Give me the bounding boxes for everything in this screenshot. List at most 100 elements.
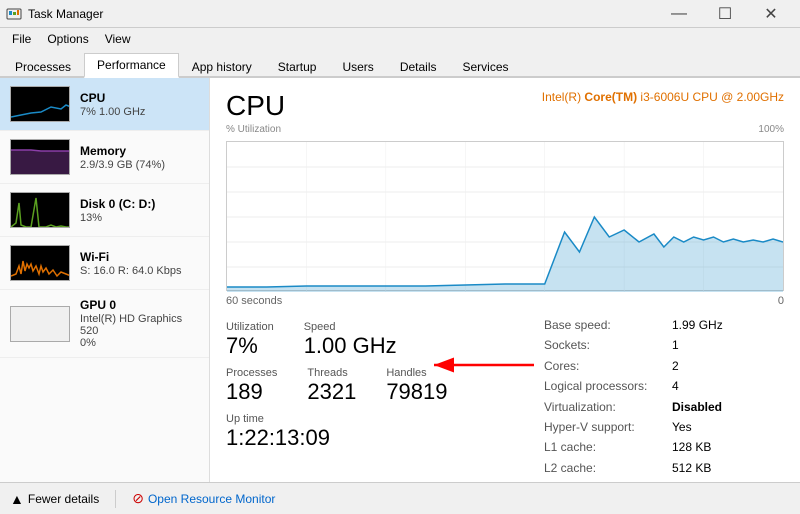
close-button[interactable]: ✕ <box>748 0 794 28</box>
title-bar-controls: — ☐ ✕ <box>656 0 794 28</box>
y-axis-label: % Utilization <box>226 124 281 135</box>
info-with-arrow: Base speed:1.99 GHzSockets:1Cores:2Logic… <box>544 315 784 482</box>
memory-title: Memory <box>80 144 199 158</box>
info-row: L2 cache: 512 KB <box>544 458 784 478</box>
utilization-label: Utilization <box>226 321 274 333</box>
fewer-details-label: Fewer details <box>28 492 99 506</box>
info-value: 4 <box>672 376 679 396</box>
cpu-page-subtitle: Intel(R) Core(TM) i3-6006U CPU @ 2.00GHz <box>542 90 784 104</box>
handles-stat: Handles 79819 <box>386 367 447 405</box>
tab-users[interactable]: Users <box>329 55 386 78</box>
info-key: Virtualization: <box>544 397 664 417</box>
info-rows: Base speed:1.99 GHzSockets:1Cores:2Logic… <box>544 315 784 482</box>
uptime-section: Up time 1:22:13:09 <box>226 413 544 451</box>
chart-x-left: 60 seconds <box>226 295 282 307</box>
title-bar-left: Task Manager <box>6 6 103 22</box>
tab-startup[interactable]: Startup <box>265 55 330 78</box>
info-key: Logical processors: <box>544 376 664 396</box>
menu-options[interactable]: Options <box>39 30 96 48</box>
cpu-chart <box>226 141 784 291</box>
info-key: L2 cache: <box>544 458 664 478</box>
cpu-subtitle: 7% 1.00 GHz <box>80 106 199 118</box>
memory-subtitle: 2.9/3.9 GB (74%) <box>80 159 199 171</box>
menu-bar: File Options View <box>0 28 800 50</box>
chart-x-labels: 60 seconds 0 <box>226 295 784 307</box>
info-key: Sockets: <box>544 335 664 355</box>
utilization-stat: Utilization 7% <box>226 321 274 359</box>
speed-stat: Speed 1.00 GHz <box>304 321 397 359</box>
tab-bar: Processes Performance App history Startu… <box>0 50 800 78</box>
processes-stat: Processes 189 <box>226 367 277 405</box>
tab-processes[interactable]: Processes <box>2 55 84 78</box>
uptime-label: Up time <box>226 413 544 425</box>
wifi-info: Wi-Fi S: 16.0 R: 64.0 Kbps <box>80 250 199 277</box>
info-table: Base speed:1.99 GHzSockets:1Cores:2Logic… <box>544 315 784 482</box>
info-value: 1 <box>672 335 679 355</box>
app-title: Task Manager <box>28 7 103 21</box>
minimize-button[interactable]: — <box>656 0 702 28</box>
tab-app-history[interactable]: App history <box>179 55 265 78</box>
chart-header-row: % Utilization 100% <box>226 124 784 137</box>
info-key: L1 cache: <box>544 437 664 457</box>
sidebar-item-disk[interactable]: Disk 0 (C: D:) 13% <box>0 184 209 237</box>
fewer-details-button[interactable]: ▲ Fewer details <box>10 491 99 507</box>
open-resource-monitor-label: Open Resource Monitor <box>148 492 275 506</box>
gpu-mini-graph <box>10 306 70 342</box>
disk-subtitle: 13% <box>80 212 199 224</box>
tab-services[interactable]: Services <box>450 55 522 78</box>
processes-value: 189 <box>226 379 277 405</box>
y-max-label: 100% <box>758 124 784 137</box>
wifi-mini-graph <box>10 245 70 281</box>
utilization-speed-row: Utilization 7% Speed 1.00 GHz <box>226 321 544 359</box>
chart-area-wrapper: % Utilization 100% <box>226 124 784 307</box>
handles-value: 79819 <box>386 379 447 405</box>
info-key: Base speed: <box>544 315 664 335</box>
processes-label: Processes <box>226 367 277 379</box>
open-resource-monitor-link[interactable]: ⊘ Open Resource Monitor <box>132 490 275 507</box>
cpu-info: CPU 7% 1.00 GHz <box>80 91 199 118</box>
stats-section: Utilization 7% Speed 1.00 GHz Processes … <box>226 313 784 482</box>
sidebar-item-gpu[interactable]: GPU 0 Intel(R) HD Graphics 520 0% <box>0 290 209 358</box>
bottom-divider <box>115 490 116 508</box>
cpu-mini-graph <box>10 86 70 122</box>
memory-info: Memory 2.9/3.9 GB (74%) <box>80 144 199 171</box>
menu-file[interactable]: File <box>4 30 39 48</box>
info-row: Sockets: 1 <box>544 335 784 355</box>
tab-details[interactable]: Details <box>387 55 450 78</box>
disk-info: Disk 0 (C: D:) 13% <box>80 197 199 224</box>
sidebar: CPU 7% 1.00 GHz Memory 2.9/3.9 GB (74%) <box>0 78 210 482</box>
threads-value: 2321 <box>307 379 356 405</box>
cpu-page-title: CPU <box>226 90 285 122</box>
maximize-button[interactable]: ☐ <box>702 0 748 28</box>
info-value: Yes <box>672 417 692 437</box>
info-value: 3.0 MB <box>672 478 710 482</box>
threads-label: Threads <box>307 367 356 379</box>
threads-stat: Threads 2321 <box>307 367 356 405</box>
info-row: Logical processors: 4 <box>544 376 784 396</box>
info-value: 128 KB <box>672 437 711 457</box>
memory-mini-graph <box>10 139 70 175</box>
info-value: Disabled <box>672 397 722 417</box>
info-row: L3 cache:3.0 MB <box>544 478 784 482</box>
title-bar: Task Manager — ☐ ✕ <box>0 0 800 28</box>
handles-label: Handles <box>386 367 447 379</box>
resource-monitor-icon: ⊘ <box>132 490 144 507</box>
gpu-title: GPU 0 <box>80 298 199 312</box>
cpu-title: CPU <box>80 91 199 105</box>
info-row: Virtualization: Disabled <box>544 397 784 417</box>
chevron-up-icon: ▲ <box>10 491 24 507</box>
tab-performance[interactable]: Performance <box>84 53 179 78</box>
info-key: Cores: <box>544 356 664 376</box>
sidebar-item-cpu[interactable]: CPU 7% 1.00 GHz <box>0 78 209 131</box>
stats-left: Utilization 7% Speed 1.00 GHz Processes … <box>226 313 544 482</box>
app-icon <box>6 6 22 22</box>
sidebar-item-memory[interactable]: Memory 2.9/3.9 GB (74%) <box>0 131 209 184</box>
wifi-title: Wi-Fi <box>80 250 199 264</box>
gpu-subtitle: Intel(R) HD Graphics 520 0% <box>80 313 199 349</box>
info-value: 512 KB <box>672 458 711 478</box>
sidebar-item-wifi[interactable]: Wi-Fi S: 16.0 R: 64.0 Kbps <box>0 237 209 290</box>
info-row: Hyper-V support:Yes <box>544 417 784 437</box>
content-area: CPU Intel(R) Core(TM) i3-6006U CPU @ 2.0… <box>210 78 800 482</box>
menu-view[interactable]: View <box>97 30 139 48</box>
info-value: 2 <box>672 356 679 376</box>
